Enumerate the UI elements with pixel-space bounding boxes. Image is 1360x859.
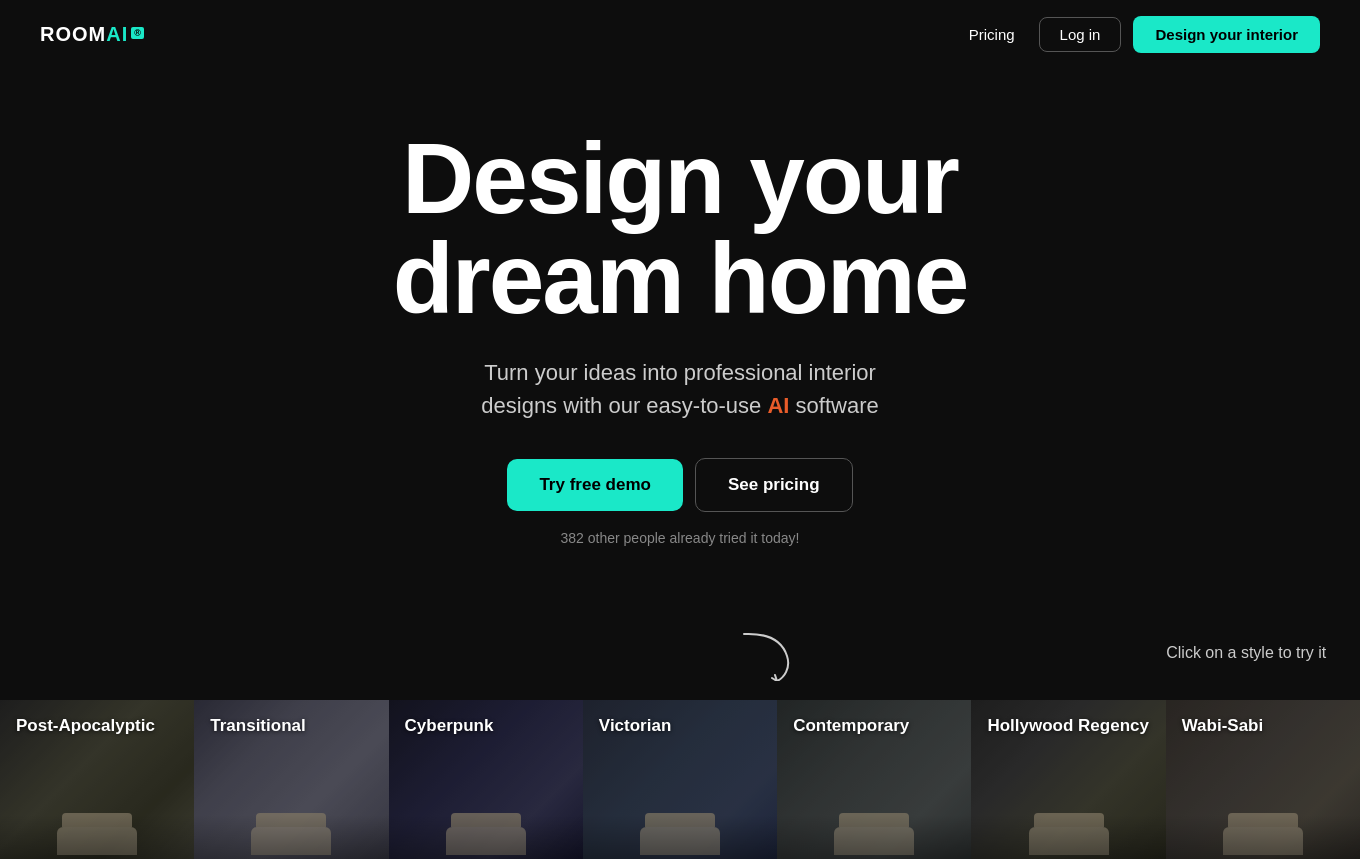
try-demo-button[interactable]: Try free demo xyxy=(507,459,683,511)
style-label-hollywood-regency: Hollywood Regency xyxy=(987,716,1149,736)
hero-section: Design your dream home Turn your ideas i… xyxy=(0,68,1360,586)
hero-ai-word: AI xyxy=(767,393,789,418)
sofa-decoration xyxy=(1029,827,1109,855)
hero-title-line1: Design your xyxy=(402,122,958,234)
style-card-transitional[interactable]: Transitional xyxy=(194,700,388,859)
arrow-hint xyxy=(739,626,794,681)
room-detail xyxy=(389,827,583,855)
nav-pricing-link[interactable]: Pricing xyxy=(957,18,1027,51)
style-label-cyberpunk: Cyberpunk xyxy=(405,716,494,736)
style-label-contemporary: Contemporary xyxy=(793,716,909,736)
hero-subtitle: Turn your ideas into professional interi… xyxy=(40,356,1320,422)
hero-subtitle-after: software xyxy=(796,393,879,418)
room-detail xyxy=(971,827,1165,855)
nav-design-cta-button[interactable]: Design your interior xyxy=(1133,16,1320,53)
style-label-transitional: Transitional xyxy=(210,716,305,736)
room-detail xyxy=(583,827,777,855)
sofa-decoration xyxy=(57,827,137,855)
styles-section: Click on a style to try it Post-Apocalyp… xyxy=(0,626,1360,859)
navbar: ROOMAI ® Pricing Log in Design your inte… xyxy=(0,0,1360,68)
nav-login-button[interactable]: Log in xyxy=(1039,17,1122,52)
room-detail xyxy=(777,827,971,855)
nav-right: Pricing Log in Design your interior xyxy=(957,16,1320,53)
room-detail xyxy=(0,827,194,855)
logo[interactable]: ROOMAI ® xyxy=(40,23,144,46)
logo-text: ROOMAI xyxy=(40,23,128,46)
hero-subtitle-before: Turn your ideas into professional interi… xyxy=(484,360,876,385)
hero-title: Design your dream home xyxy=(40,128,1320,328)
logo-badge: ® xyxy=(131,27,144,39)
sofa-decoration xyxy=(834,827,914,855)
hero-buttons: Try free demo See pricing xyxy=(40,458,1320,512)
hero-subtitle-middle: designs with our easy-to-use xyxy=(481,393,761,418)
styles-hint-text: Click on a style to try it xyxy=(1166,644,1326,662)
styles-strip: Post-Apocalyptic Transitional Cyberpunk Vic… xyxy=(0,700,1360,859)
style-card-wabi-sabi[interactable]: Wabi-Sabi xyxy=(1166,700,1360,859)
sofa-decoration xyxy=(1223,827,1303,855)
style-card-post-apocalyptic[interactable]: Post-Apocalyptic xyxy=(0,700,194,859)
see-pricing-button[interactable]: See pricing xyxy=(695,458,853,512)
style-card-hollywood-regency[interactable]: Hollywood Regency xyxy=(971,700,1165,859)
hero-title-line2: dream home xyxy=(393,222,968,334)
social-proof-text: 382 other people already tried it today! xyxy=(40,530,1320,546)
style-card-contemporary[interactable]: Contemporary xyxy=(777,700,971,859)
style-label-wabi-sabi: Wabi-Sabi xyxy=(1182,716,1264,736)
sofa-decoration xyxy=(446,827,526,855)
room-detail xyxy=(1166,827,1360,855)
style-card-victorian[interactable]: Victorian xyxy=(583,700,777,859)
room-detail xyxy=(194,827,388,855)
styles-hint-container: Click on a style to try it xyxy=(0,626,1360,682)
sofa-decoration xyxy=(640,827,720,855)
sofa-decoration xyxy=(251,827,331,855)
style-label-post-apocalyptic: Post-Apocalyptic xyxy=(16,716,155,736)
style-card-cyberpunk[interactable]: Cyberpunk xyxy=(389,700,583,859)
style-label-victorian: Victorian xyxy=(599,716,671,736)
